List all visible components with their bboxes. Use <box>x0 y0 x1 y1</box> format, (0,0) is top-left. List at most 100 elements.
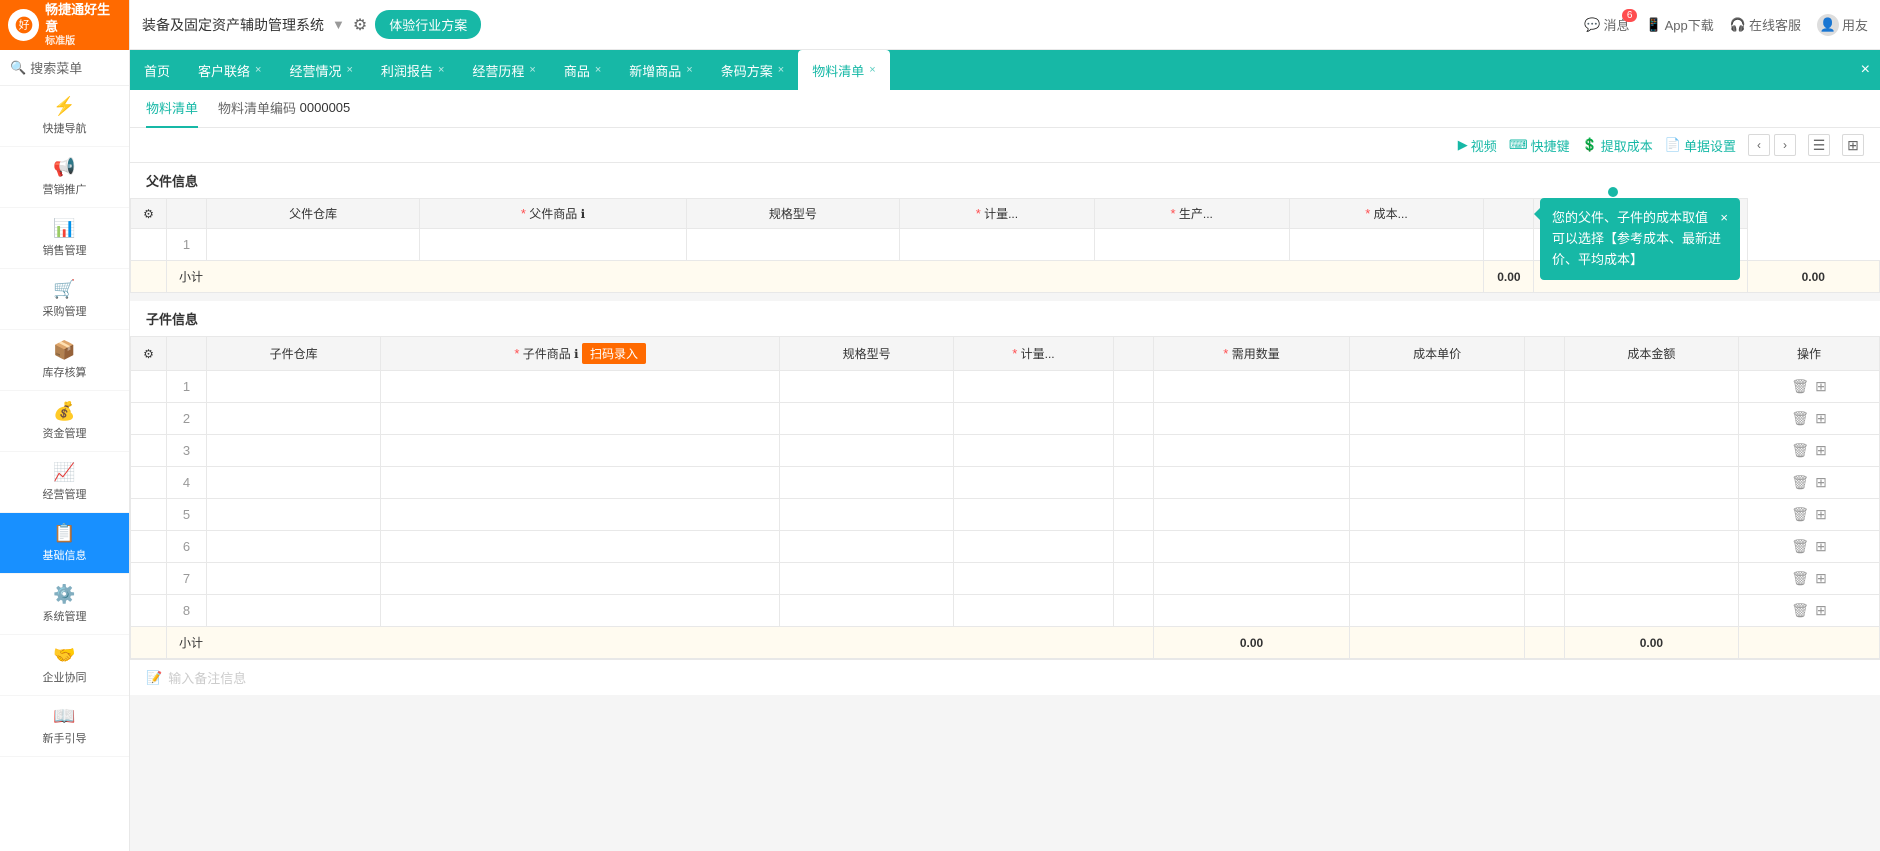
close-all-tabs[interactable]: × <box>1851 61 1880 79</box>
expand-btn[interactable]: ⊞ <box>1842 134 1864 156</box>
child-row2-unit[interactable] <box>954 403 1113 435</box>
parent-th-settings[interactable]: ⚙ <box>131 199 167 229</box>
sub-tab-bom-code[interactable]: 物料清单编码 0000005 <box>218 90 350 128</box>
child-row1-unit-cost[interactable] <box>1350 371 1524 403</box>
child-row6-unit[interactable] <box>954 531 1113 563</box>
child-row2-warehouse[interactable] <box>207 403 381 435</box>
copy-icon-row5[interactable]: ⊞ <box>1815 506 1827 523</box>
child-row5-warehouse[interactable] <box>207 499 381 531</box>
tab-operation-status[interactable]: 经营情况 × <box>275 50 366 90</box>
sidebar-item-operation[interactable]: 📈 经营管理 <box>0 452 129 513</box>
dropdown-arrow[interactable]: ▼ <box>332 17 345 32</box>
cost-btn[interactable]: 💲 提取成本 <box>1582 136 1653 155</box>
child-row6-qty[interactable] <box>1153 531 1350 563</box>
child-row4-spec[interactable] <box>779 467 953 499</box>
messages-item[interactable]: 💬 消息 6 <box>1584 15 1629 34</box>
sidebar-item-guide[interactable]: 📖 新手引导 <box>0 696 129 757</box>
grid-view-btn[interactable]: ☰ <box>1808 134 1830 156</box>
nav-next-btn[interactable]: › <box>1774 134 1796 156</box>
child-row6-spec[interactable] <box>779 531 953 563</box>
child-row5-unit-cost[interactable] <box>1350 499 1524 531</box>
single-settings-btn[interactable]: 📄 单据设置 <box>1665 136 1736 155</box>
child-row4-warehouse[interactable] <box>207 467 381 499</box>
delete-icon-row5[interactable]: 🗑 <box>1791 506 1809 523</box>
copy-icon-row4[interactable]: ⊞ <box>1815 474 1827 491</box>
child-row6-unit-cost[interactable] <box>1350 531 1524 563</box>
sidebar-item-sales[interactable]: 📊 销售管理 <box>0 208 129 269</box>
child-row1-spec[interactable] <box>779 371 953 403</box>
sidebar-item-marketing[interactable]: 📢 营销推广 <box>0 147 129 208</box>
copy-icon-row6[interactable]: ⊞ <box>1815 538 1827 555</box>
child-row2-unit-cost[interactable] <box>1350 403 1524 435</box>
child-row6-goods[interactable] <box>381 531 780 563</box>
user-item[interactable]: 👤 用友 <box>1817 14 1868 36</box>
child-row4-unit-cost[interactable] <box>1350 467 1524 499</box>
child-row8-unit-cost[interactable] <box>1350 595 1524 627</box>
child-row7-spec[interactable] <box>779 563 953 595</box>
parent-row1-unit[interactable] <box>900 229 1095 261</box>
tab-profit-close[interactable]: × <box>438 64 444 76</box>
child-row7-qty[interactable] <box>1153 563 1350 595</box>
child-row6-warehouse[interactable] <box>207 531 381 563</box>
app-download-item[interactable]: 📱 App下载 <box>1645 15 1713 34</box>
child-row3-spec[interactable] <box>779 435 953 467</box>
copy-icon-row7[interactable]: ⊞ <box>1815 570 1827 587</box>
child-th-settings[interactable]: ⚙ <box>131 337 167 371</box>
tab-barcode-close[interactable]: × <box>778 64 784 76</box>
tab-profit[interactable]: 利润报告 × <box>367 50 458 90</box>
child-row3-unit[interactable] <box>954 435 1113 467</box>
delete-icon-row6[interactable]: 🗑 <box>1791 538 1809 555</box>
child-row8-spec[interactable] <box>779 595 953 627</box>
tab-home[interactable]: 首页 <box>130 50 184 90</box>
parent-row1-warehouse[interactable] <box>207 229 420 261</box>
child-row5-qty[interactable] <box>1153 499 1350 531</box>
settings-icon[interactable]: ⚙ <box>353 15 367 35</box>
sidebar-item-basic-info[interactable]: 📋 基础信息 <box>0 513 129 574</box>
tab-customer[interactable]: 客户联络 × <box>184 50 275 90</box>
support-item[interactable]: 🎧 在线客服 <box>1730 15 1801 34</box>
parent-row1-goods[interactable] <box>420 229 687 261</box>
child-row8-goods[interactable] <box>381 595 780 627</box>
tab-operation-status-close[interactable]: × <box>346 64 352 76</box>
tab-history-close[interactable]: × <box>529 64 535 76</box>
child-row7-unit-cost[interactable] <box>1350 563 1524 595</box>
delete-icon-row7[interactable]: 🗑 <box>1791 570 1809 587</box>
delete-icon-row3[interactable]: 🗑 <box>1791 442 1809 459</box>
sidebar-item-quick-nav[interactable]: ⚡ 快捷导航 <box>0 86 129 147</box>
tab-goods[interactable]: 商品 × <box>550 50 615 90</box>
copy-icon-row1[interactable]: ⊞ <box>1815 378 1827 395</box>
child-row1-unit[interactable] <box>954 371 1113 403</box>
tab-goods-close[interactable]: × <box>595 64 601 76</box>
child-row5-unit[interactable] <box>954 499 1113 531</box>
tab-barcode[interactable]: 条码方案 × <box>707 50 798 90</box>
scan-input-btn[interactable]: 扫码录入 <box>582 343 646 364</box>
tab-bom[interactable]: 物料清单 × <box>798 50 889 90</box>
tooltip-close-btn[interactable]: × <box>1720 208 1728 229</box>
child-row2-goods[interactable] <box>381 403 780 435</box>
child-row3-goods[interactable] <box>381 435 780 467</box>
delete-icon-row8[interactable]: 🗑 <box>1791 602 1809 619</box>
copy-icon-row2[interactable]: ⊞ <box>1815 410 1827 427</box>
delete-icon-row4[interactable]: 🗑 <box>1791 474 1809 491</box>
child-row2-qty[interactable] <box>1153 403 1350 435</box>
sidebar-item-enterprise[interactable]: 🤝 企业协同 <box>0 635 129 696</box>
child-row4-qty[interactable] <box>1153 467 1350 499</box>
delete-icon-row2[interactable]: 🗑 <box>1791 410 1809 427</box>
note-placeholder[interactable]: 输入备注信息 <box>168 668 246 687</box>
copy-icon-row8[interactable]: ⊞ <box>1815 602 1827 619</box>
child-row8-warehouse[interactable] <box>207 595 381 627</box>
parent-row1-spec[interactable] <box>686 229 899 261</box>
sub-tab-bom-list[interactable]: 物料清单 <box>146 90 198 128</box>
tab-history[interactable]: 经营历程 × <box>458 50 549 90</box>
child-row2-spec[interactable] <box>779 403 953 435</box>
child-row7-warehouse[interactable] <box>207 563 381 595</box>
child-row1-goods[interactable] <box>381 371 780 403</box>
child-row8-unit[interactable] <box>954 595 1113 627</box>
trial-button[interactable]: 体验行业方案 <box>375 10 481 39</box>
sidebar-item-finance[interactable]: 💰 资金管理 <box>0 391 129 452</box>
view-btn[interactable]: ▶ 视频 <box>1458 136 1497 155</box>
tab-customer-close[interactable]: × <box>255 64 261 76</box>
sidebar-search-item[interactable]: 🔍 搜索菜单 <box>0 50 129 86</box>
child-row3-qty[interactable] <box>1153 435 1350 467</box>
tab-new-goods[interactable]: 新增商品 × <box>615 50 706 90</box>
